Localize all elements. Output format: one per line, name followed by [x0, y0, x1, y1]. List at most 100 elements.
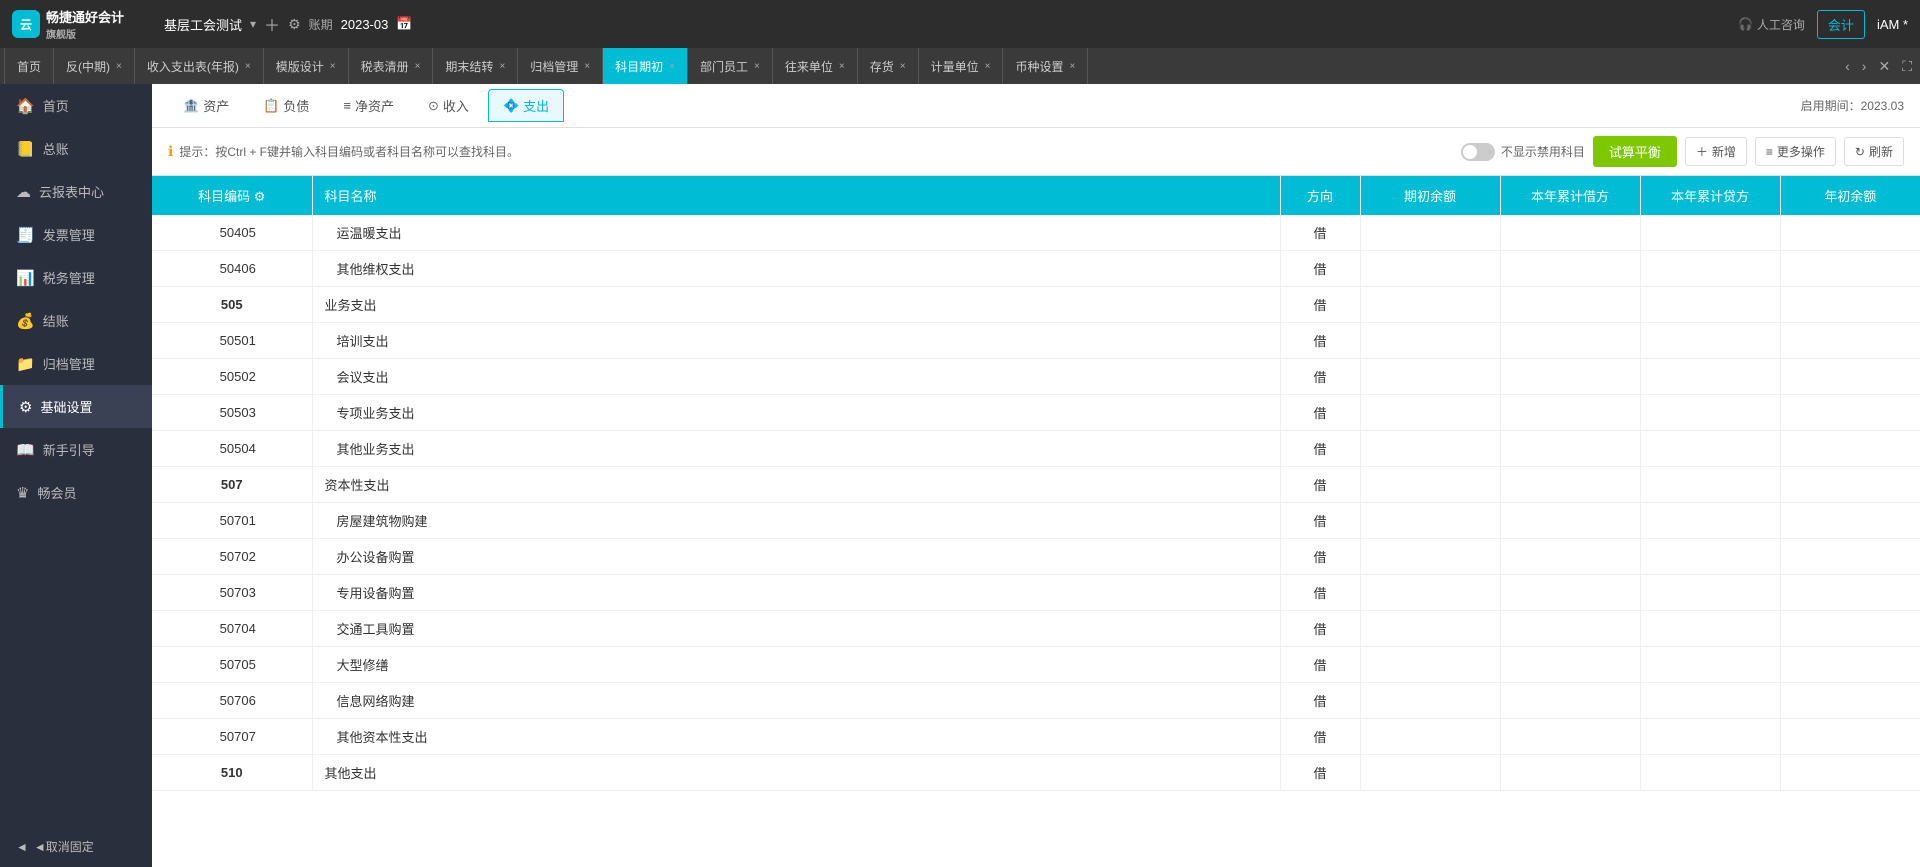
sidebar-item-invoice[interactable]: 🧾 发票管理 — [0, 213, 152, 256]
col-header-year-opening: 年初余额 — [1780, 176, 1920, 215]
sidebar-item-home[interactable]: 🏠 首页 — [0, 84, 152, 127]
tab-home[interactable]: 首页 — [4, 48, 54, 84]
tab-moban-close[interactable]: × — [330, 61, 336, 72]
invoice-icon: 🧾 — [16, 226, 35, 244]
sub-tab-net-assets[interactable]: ≡ 净资产 — [328, 89, 409, 122]
table-row[interactable]: 50501培训支出借 — [152, 323, 1920, 359]
sidebar-item-member[interactable]: ♛ 畅会员 — [0, 471, 152, 514]
logo-icon: 云 — [12, 10, 40, 38]
tax-icon: 📊 — [16, 269, 35, 287]
sidebar-item-tax[interactable]: 📊 税务管理 — [0, 256, 152, 299]
settings-icon[interactable]: ⚙ — [288, 16, 301, 33]
tab-bumen[interactable]: 部门员工 × — [688, 48, 773, 84]
tab-bizhong[interactable]: 币种设置 × — [1003, 48, 1088, 84]
calendar-icon[interactable]: 📅 — [396, 16, 412, 32]
tab-guidang-close[interactable]: × — [584, 61, 590, 72]
tab-shouru[interactable]: 收入支出表(年报) × — [135, 48, 264, 84]
tab-jiliang-label: 计量单位 — [931, 58, 979, 75]
service-button[interactable]: 🎧 人工咨询 — [1738, 16, 1805, 33]
table-row[interactable]: 505业务支出借 — [152, 287, 1920, 323]
tab-jiliang-close[interactable]: × — [985, 61, 991, 72]
sub-tab-liabilities[interactable]: 📋 负债 — [248, 89, 324, 122]
sidebar-item-ledger[interactable]: 📒 总账 — [0, 127, 152, 170]
tab-shuibiao[interactable]: 税表清册 × — [349, 48, 434, 84]
tab-kemuqichu-close[interactable]: × — [669, 61, 675, 72]
tab-close-all-icon[interactable]: ✕ — [1874, 58, 1894, 75]
table-row[interactable]: 50706信息网络购建借 — [152, 683, 1920, 719]
table-row[interactable]: 50702办公设备购置借 — [152, 539, 1920, 575]
table-row[interactable]: 50502会议支出借 — [152, 359, 1920, 395]
more-actions-button[interactable]: ≡ 更多操作 — [1755, 137, 1836, 166]
cell-ytd-debit — [1500, 647, 1640, 683]
cloud-icon: ☁ — [16, 183, 31, 201]
cell-ytd-credit — [1640, 215, 1780, 251]
tab-next-icon[interactable]: › — [1858, 58, 1871, 74]
table-row[interactable]: 50704交通工具购置借 — [152, 611, 1920, 647]
sidebar-item-close-account[interactable]: 💰 结账 — [0, 299, 152, 342]
cell-name: 交通工具购置 — [312, 611, 1280, 647]
table-row[interactable]: 50503专项业务支出借 — [152, 395, 1920, 431]
sidebar-item-archive[interactable]: 📁 归档管理 — [0, 342, 152, 385]
tab-bumen-close[interactable]: × — [754, 61, 760, 72]
tab-kemuqichu[interactable]: 科目期初 × — [603, 48, 688, 84]
table-row[interactable]: 50705大型修缮借 — [152, 647, 1920, 683]
account-button[interactable]: 会计 — [1817, 10, 1865, 39]
tab-moban[interactable]: 模版设计 × — [264, 48, 349, 84]
sidebar-item-cloud[interactable]: ☁ 云报表中心 — [0, 170, 152, 213]
tab-jiezhuan[interactable]: 期末结转 × — [433, 48, 518, 84]
period-info: 启用期间：2023.03 — [1801, 97, 1904, 114]
sidebar-item-guide[interactable]: 📖 新手引导 — [0, 428, 152, 471]
toolbar-right: 不显示禁用科目 试算平衡 ＋ 新增 ≡ 更多操作 ↻ 刷新 — [1461, 136, 1904, 167]
tab-maximize-icon[interactable]: ⛶ — [1898, 58, 1916, 75]
cell-opening — [1360, 683, 1500, 719]
table-header-row: 科目编码 ⚙ 科目名称 方向 期初余额 本年累计借方 本年累计贷方 年初余额 — [152, 176, 1920, 215]
calc-balance-button[interactable]: 试算平衡 — [1593, 136, 1677, 167]
cell-year-opening — [1780, 611, 1920, 647]
tab-cunkuo-close[interactable]: × — [900, 61, 906, 72]
table-row[interactable]: 50406其他维权支出借 — [152, 251, 1920, 287]
sub-tab-expense[interactable]: 💠 支出 — [488, 89, 564, 122]
cell-direction: 借 — [1280, 503, 1360, 539]
tab-prev-icon[interactable]: ‹ — [1841, 58, 1854, 74]
switch-input[interactable] — [1461, 143, 1495, 161]
col-header-code[interactable]: 科目编码 ⚙ — [152, 176, 312, 215]
table-row[interactable]: 510其他支出借 — [152, 755, 1920, 791]
refresh-icon: ↻ — [1855, 145, 1865, 159]
sidebar-collapse-button[interactable]: ◄ ◄取消固定 — [0, 826, 152, 867]
col-settings-icon[interactable]: ⚙ — [254, 189, 266, 204]
refresh-button[interactable]: ↻ 刷新 — [1844, 137, 1904, 166]
tab-cunkuo[interactable]: 存货 × — [858, 48, 919, 84]
cell-name: 其他资本性支出 — [312, 719, 1280, 755]
tab-shuibiao-close[interactable]: × — [415, 61, 421, 72]
tab-zhongqi[interactable]: 反(中期) × — [54, 48, 135, 84]
tab-wanglai[interactable]: 往来单位 × — [773, 48, 858, 84]
toggle-disabled-switch[interactable]: 不显示禁用科目 — [1461, 143, 1585, 161]
cell-opening — [1360, 323, 1500, 359]
tab-jiliang[interactable]: 计量单位 × — [919, 48, 1004, 84]
cell-opening — [1360, 611, 1500, 647]
main-layout: 🏠 首页 📒 总账 ☁ 云报表中心 🧾 发票管理 📊 税务管理 💰 结账 📁 归… — [0, 84, 1920, 867]
table-row[interactable]: 50504其他业务支出借 — [152, 431, 1920, 467]
member-icon: ♛ — [16, 484, 29, 502]
expense-label: 支出 — [523, 96, 549, 115]
cell-year-opening — [1780, 575, 1920, 611]
table-row[interactable]: 50405运温暖支出借 — [152, 215, 1920, 251]
cell-year-opening — [1780, 395, 1920, 431]
table-row[interactable]: 50707其他资本性支出借 — [152, 719, 1920, 755]
sub-tab-income[interactable]: ⊙ 收入 — [413, 89, 484, 122]
tab-bizhong-close[interactable]: × — [1069, 61, 1075, 72]
tab-wanglai-close[interactable]: × — [839, 61, 845, 72]
add-company-icon[interactable]: ＋ — [264, 12, 280, 36]
tab-shouru-close[interactable]: × — [245, 61, 251, 72]
sidebar-item-settings[interactable]: ⚙ 基础设置 — [0, 385, 152, 428]
table-row[interactable]: 507资本性支出借 — [152, 467, 1920, 503]
tab-jiezhuan-close[interactable]: × — [499, 61, 505, 72]
cell-direction: 借 — [1280, 431, 1360, 467]
table-row[interactable]: 50703专用设备购置借 — [152, 575, 1920, 611]
company-dropdown-icon[interactable]: ▾ — [250, 17, 256, 31]
tab-zhongqi-close[interactable]: × — [116, 61, 122, 72]
sub-tab-assets[interactable]: 🏦 资产 — [168, 89, 244, 122]
tab-guidang[interactable]: 归档管理 × — [518, 48, 603, 84]
table-row[interactable]: 50701房屋建筑物购建借 — [152, 503, 1920, 539]
add-button[interactable]: ＋ 新增 — [1685, 137, 1747, 166]
